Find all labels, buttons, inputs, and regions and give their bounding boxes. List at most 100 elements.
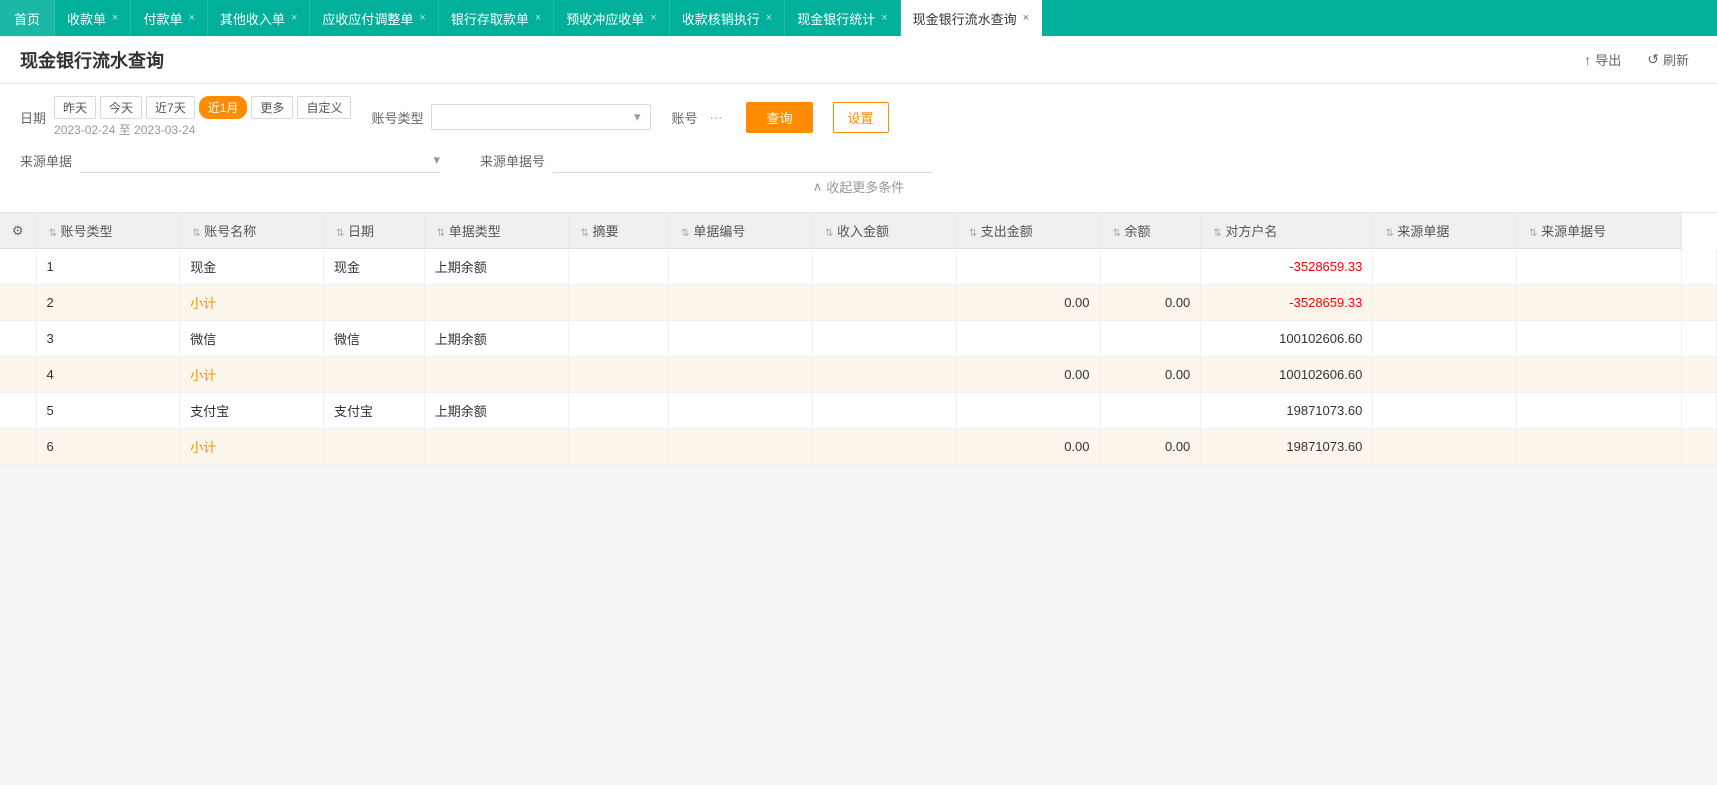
export-button[interactable]: ↑ 导出: [1576, 46, 1629, 73]
sort-icon[interactable]: ⇅: [192, 228, 200, 239]
tab-close-icon[interactable]: ×: [112, 12, 118, 24]
table-header-account-name: ⇅ 账号名称: [180, 213, 324, 249]
nav-tab-advance[interactable]: 预收冲应收单 ×: [554, 0, 669, 36]
balance-cell: 100102606.60: [1201, 357, 1373, 393]
date-btn-today[interactable]: 今天: [100, 96, 142, 119]
doc-no-cell: [813, 357, 957, 393]
settings-button[interactable]: 设置: [833, 102, 889, 133]
tab-close-icon[interactable]: ×: [535, 12, 541, 24]
date-range-display: 2023-02-24 至 2023-03-24: [54, 121, 351, 138]
sort-icon[interactable]: ⇅: [437, 228, 445, 239]
doc-type-cell: [568, 393, 669, 429]
tab-close-icon[interactable]: ×: [766, 12, 772, 24]
nav-tab-adjustment[interactable]: 应收应付调整单 ×: [310, 0, 438, 36]
account-type-filter-group: 账号类型 ▾: [371, 104, 651, 130]
account-type-label: 账号类型: [371, 108, 423, 127]
income-cell: 0.00: [956, 429, 1100, 465]
nav-tab-other-income[interactable]: 其他收入单 ×: [208, 0, 310, 36]
sort-icon[interactable]: ⇅: [825, 228, 833, 239]
sort-icon[interactable]: ⇅: [581, 228, 589, 239]
tab-close-icon[interactable]: ×: [881, 12, 887, 24]
tab-label: 现金银行流水查询: [913, 9, 1017, 28]
tab-close-icon[interactable]: ×: [1023, 12, 1029, 24]
row-settings-cell: [0, 393, 36, 429]
source-doc-label: 来源单据: [20, 151, 72, 170]
source-doc-num-filter-group: 来源单据号: [480, 149, 933, 173]
account-name-cell: [323, 285, 424, 321]
sort-icon[interactable]: ⇅: [969, 228, 977, 239]
refresh-button[interactable]: ↺ 刷新: [1639, 46, 1697, 73]
balance-cell: 19871073.60: [1201, 393, 1373, 429]
table-header-income: ⇅ 收入金额: [813, 213, 957, 249]
doc-no-cell: [813, 249, 957, 285]
table-row: 5支付宝支付宝上期余额19871073.60: [0, 393, 1717, 429]
date-btn-1month[interactable]: 近1月: [199, 96, 248, 119]
date-filter-group: 日期 昨天 今天 近7天 近1月 更多 自定义 2023-02-24 至 202…: [20, 96, 351, 138]
sort-icon[interactable]: ⇅: [1529, 228, 1537, 239]
doc-no-cell: [813, 429, 957, 465]
summary-cell: [669, 429, 813, 465]
nav-tab-payment[interactable]: 付款单 ×: [131, 0, 207, 36]
nav-tab-bank-flow[interactable]: 现金银行流水查询 ×: [901, 0, 1042, 36]
source-doc-dropdown[interactable]: ▾: [80, 148, 440, 173]
source-doc-cell: [1517, 285, 1682, 321]
account-name-cell: 微信: [323, 321, 424, 357]
export-icon: ↑: [1584, 52, 1591, 68]
sort-icon[interactable]: ⇅: [49, 228, 57, 239]
tab-close-icon[interactable]: ×: [291, 12, 297, 24]
date-btn-yesterday[interactable]: 昨天: [54, 96, 96, 119]
source-doc-num-label: 来源单据号: [480, 151, 545, 170]
nav-tab-bank-deposit[interactable]: 银行存取款单 ×: [439, 0, 554, 36]
account-label: 账号: [671, 108, 697, 127]
sort-icon[interactable]: ⇅: [1213, 228, 1221, 239]
balance-cell: 19871073.60: [1201, 429, 1373, 465]
tab-close-icon[interactable]: ×: [188, 12, 194, 24]
summary-cell: [669, 393, 813, 429]
date-btn-custom[interactable]: 自定义: [297, 96, 351, 119]
date-btn-more[interactable]: 更多: [251, 96, 293, 119]
income-cell: [956, 321, 1100, 357]
table-row: 1现金现金上期余额-3528659.33: [0, 249, 1717, 285]
nav-tab-home[interactable]: 首页: [0, 0, 55, 36]
doc-type-cell: [568, 357, 669, 393]
row-settings-cell: [0, 429, 36, 465]
date-cell: [424, 357, 568, 393]
table-settings-gear-icon[interactable]: ⚙: [12, 223, 24, 238]
date-btn-7days[interactable]: 近7天: [146, 96, 195, 119]
nav-tab-receipt[interactable]: 收款单 ×: [55, 0, 131, 36]
income-cell: [956, 393, 1100, 429]
tab-close-icon[interactable]: ×: [650, 12, 656, 24]
collapse-bar[interactable]: ∧ 收起更多条件: [20, 173, 1697, 200]
account-type-cell: 小计: [180, 357, 324, 393]
nav-tab-collection[interactable]: 收款核销执行 ×: [670, 0, 785, 36]
income-cell: 0.00: [956, 285, 1100, 321]
col-label: 单据编号: [693, 224, 745, 239]
query-button[interactable]: 查询: [746, 102, 812, 133]
row-settings-cell: [0, 285, 36, 321]
expense-cell: [1100, 321, 1201, 357]
row-number: 4: [36, 357, 180, 393]
account-filter-group: 账号 ···: [671, 108, 726, 127]
account-dots[interactable]: ···: [705, 110, 726, 125]
sort-icon[interactable]: ⇅: [336, 228, 344, 239]
account-type-dropdown[interactable]: ▾: [431, 104, 651, 130]
tab-label: 应收应付调整单: [322, 9, 413, 28]
sort-icon[interactable]: ⇅: [1385, 228, 1393, 239]
expense-cell: 0.00: [1100, 357, 1201, 393]
tab-close-icon[interactable]: ×: [419, 12, 425, 24]
expense-cell: 0.00: [1100, 285, 1201, 321]
table-row: 3微信微信上期余额100102606.60: [0, 321, 1717, 357]
expense-cell: 0.00: [1100, 429, 1201, 465]
sort-icon[interactable]: ⇅: [681, 228, 689, 239]
nav-tab-bank-stats[interactable]: 现金银行统计 ×: [785, 0, 900, 36]
expense-cell: [1100, 249, 1201, 285]
source-doc-num-input[interactable]: [553, 149, 933, 173]
source-doc-cell: [1517, 393, 1682, 429]
col-label: 单据类型: [449, 224, 501, 239]
table-header-balance: ⇅ 余额: [1100, 213, 1201, 249]
sort-icon[interactable]: ⇅: [1113, 228, 1121, 239]
account-type-cell: 小计: [180, 285, 324, 321]
table-row: 2小计0.000.00-3528659.33: [0, 285, 1717, 321]
tab-label: 收款核销执行: [682, 9, 760, 28]
account-name-cell: [323, 357, 424, 393]
